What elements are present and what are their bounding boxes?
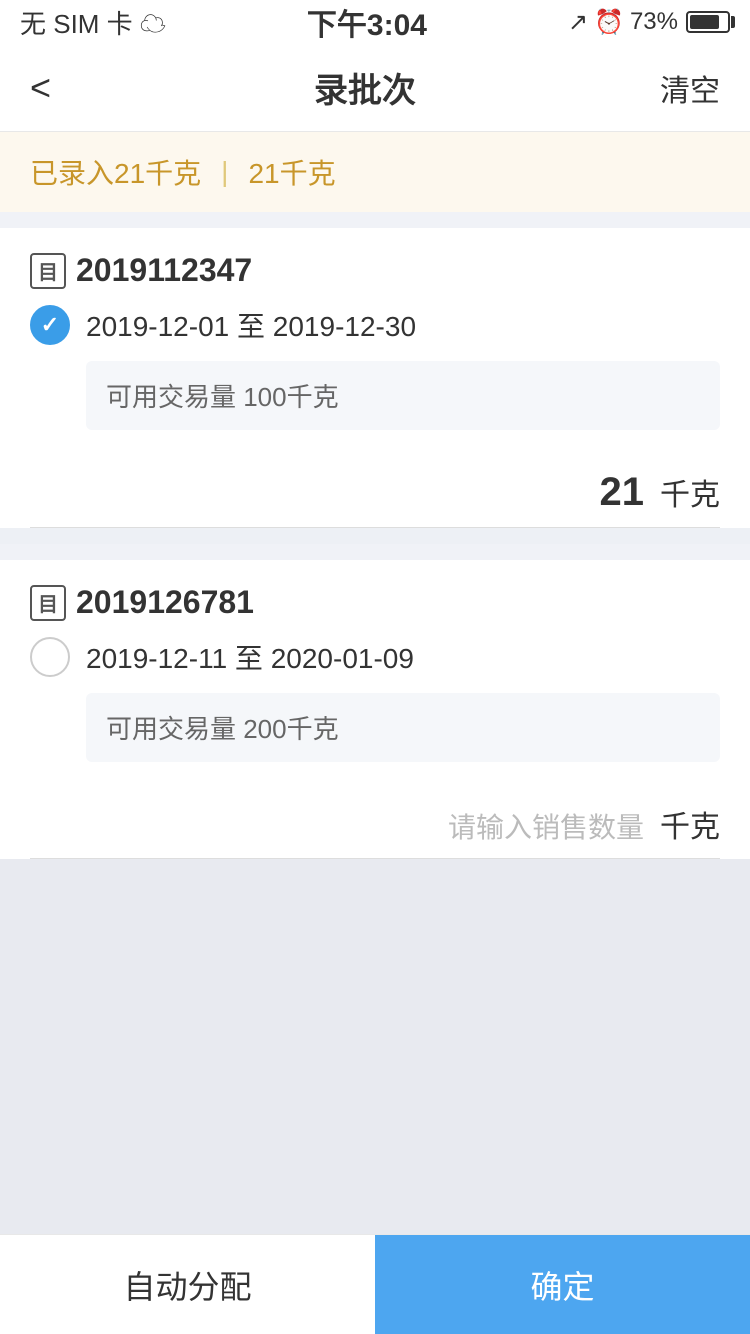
- batch1-date-row[interactable]: ✓ 2019-12-01 至 2019-12-30: [30, 305, 720, 345]
- status-left: 无 SIM 卡 ☁: [20, 4, 166, 41]
- info-banner: 已录入21千克 | 21千克: [0, 132, 750, 212]
- back-button[interactable]: <: [30, 67, 90, 109]
- page-title: 录批次: [314, 63, 416, 112]
- total-amount: 21千克: [248, 152, 335, 192]
- batch1-qty-unit: 千克: [660, 470, 720, 514]
- no-sim-text: 无 SIM 卡 ☁: [20, 4, 166, 41]
- batch2-date: 2019-12-11 至 2020-01-09: [86, 637, 414, 677]
- battery-percent: 73%: [630, 8, 678, 36]
- batch2-qty-placeholder: 请输入销售数量: [30, 806, 644, 846]
- batch1-icon: 目: [30, 253, 66, 289]
- check-icon: ✓: [41, 312, 59, 338]
- batch2-qty-unit: 千克: [660, 802, 720, 846]
- nav-bar: < 录批次 清空: [0, 44, 750, 132]
- status-bar: 无 SIM 卡 ☁ 下午3:04 ↗ ⏰ 73%: [0, 0, 750, 44]
- info-divider: |: [221, 156, 228, 188]
- batch1-id: 2019112347: [76, 252, 252, 289]
- battery-icon: [686, 11, 730, 33]
- batch2-card[interactable]: 目 2019126781 2019-12-11 至 2020-01-09 可用交…: [0, 560, 750, 786]
- batch2-icon: 目: [30, 585, 66, 621]
- batch1-date: 2019-12-01 至 2019-12-30: [86, 305, 416, 345]
- batch2-date-row[interactable]: 2019-12-11 至 2020-01-09: [30, 637, 720, 677]
- confirm-button[interactable]: 确定: [375, 1235, 750, 1334]
- batch1-qty-container: 21 千克: [0, 454, 750, 528]
- alarm-icon: ⏰: [594, 8, 624, 37]
- batch1-header: 目 2019112347: [30, 252, 720, 289]
- status-right: ↗ ⏰ 73%: [568, 8, 730, 37]
- location-icon: ↗: [568, 8, 588, 37]
- batch2-radio[interactable]: [30, 637, 70, 677]
- clear-button[interactable]: 清空: [640, 66, 720, 110]
- status-time: 下午3:04: [307, 0, 427, 44]
- recorded-amount: 已录入21千克: [30, 152, 201, 192]
- batch1-card[interactable]: 目 2019112347 ✓ 2019-12-01 至 2019-12-30 可…: [0, 228, 750, 454]
- batch1-availability: 可用交易量 100千克: [86, 361, 720, 430]
- bottom-bar: 自动分配 确定: [0, 1234, 750, 1334]
- batch2-header: 目 2019126781: [30, 584, 720, 621]
- batch1-qty-value: 21: [600, 470, 645, 515]
- batch2-qty-container: 请输入销售数量 千克: [0, 786, 750, 859]
- batch2-availability: 可用交易量 200千克: [86, 693, 720, 762]
- auto-distribute-button[interactable]: 自动分配: [0, 1235, 375, 1334]
- empty-area: [0, 859, 750, 1239]
- batch1-radio[interactable]: ✓: [30, 305, 70, 345]
- batch2-id: 2019126781: [76, 584, 254, 621]
- section-divider: [0, 528, 750, 544]
